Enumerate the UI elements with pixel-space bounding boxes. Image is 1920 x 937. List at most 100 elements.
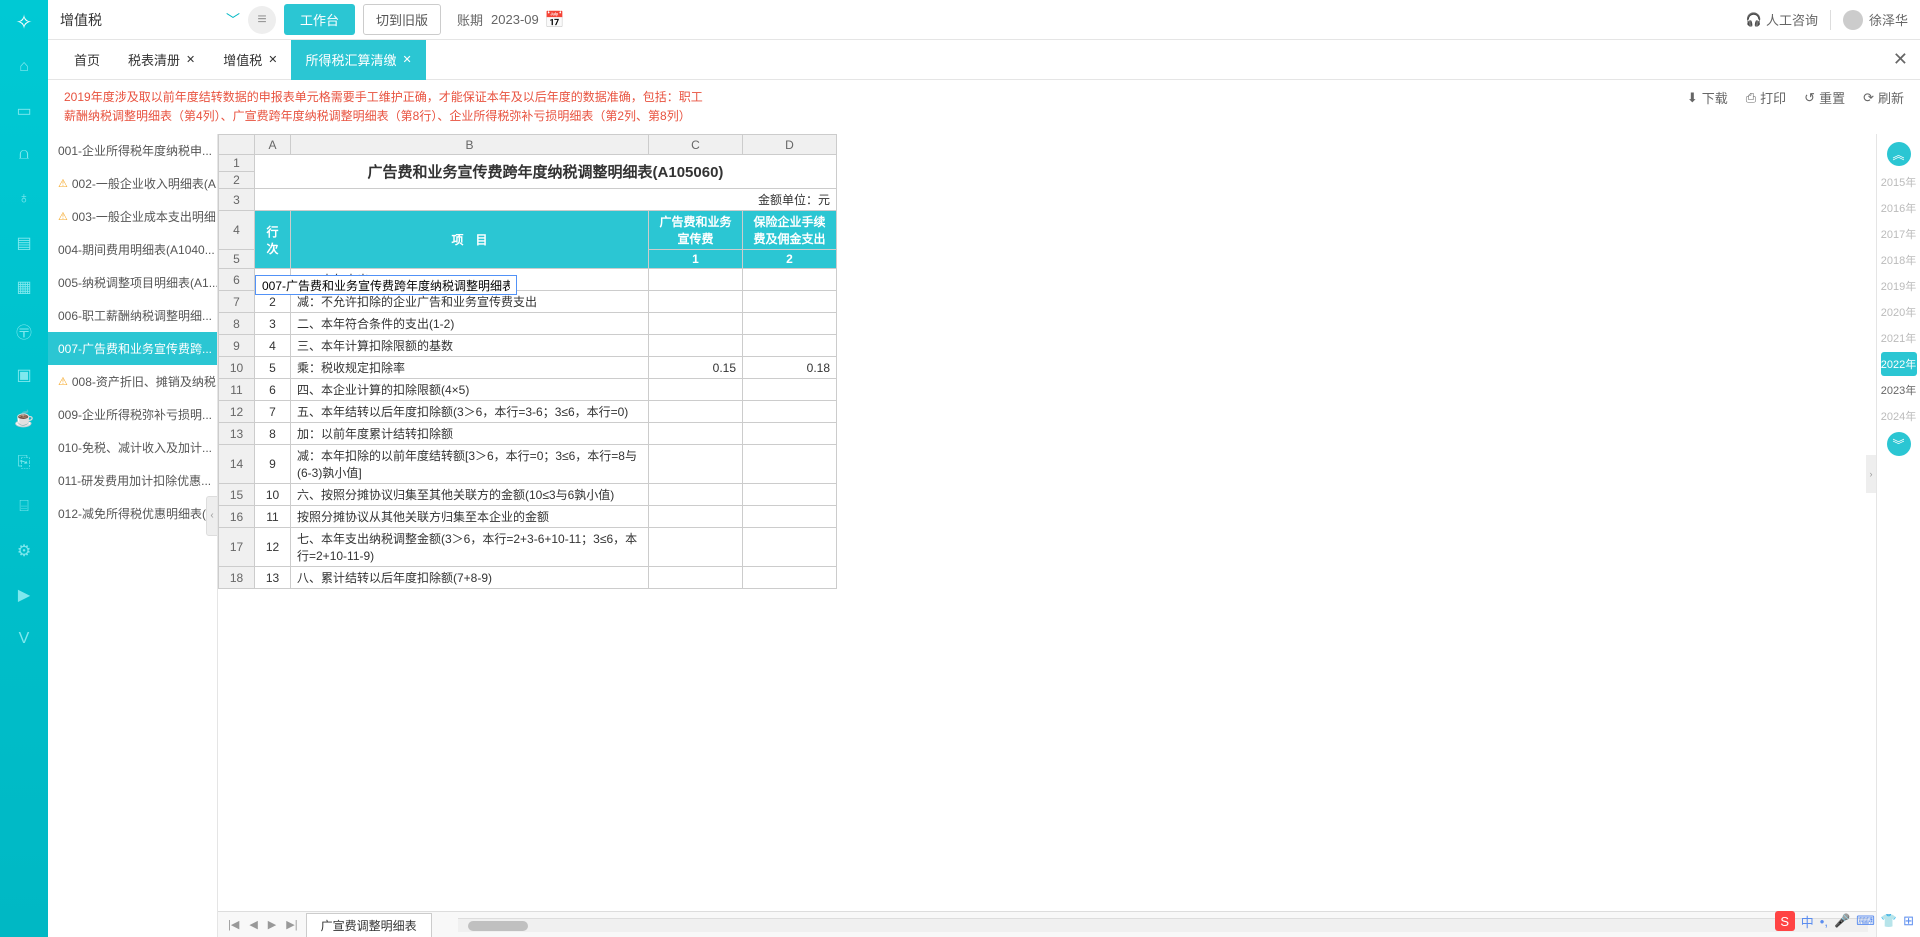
row-header[interactable]: 7 <box>219 291 255 313</box>
value-cell-d[interactable] <box>743 484 837 506</box>
sheet-nav-last-icon[interactable]: ▶| <box>284 918 299 931</box>
tab[interactable]: 增值税✕ <box>209 40 291 80</box>
nav-clipboard-icon[interactable]: ▤ <box>12 231 36 255</box>
year-button[interactable]: 2015年 <box>1881 170 1917 194</box>
form-list-item[interactable]: ⚠002-一般企业收入明细表(A... <box>48 167 217 200</box>
value-cell-d[interactable] <box>743 445 837 484</box>
nav-report-icon[interactable]: ▦ <box>12 275 36 299</box>
year-button[interactable]: 2020年 <box>1881 300 1917 324</box>
row-header[interactable]: 2 <box>219 172 255 189</box>
nav-video-icon[interactable]: ▶ <box>12 583 36 607</box>
sheet-grid[interactable]: A B C D 1 广告费和业务宣传费跨年度纳税调整明细表(A105060) 2 <box>218 134 837 589</box>
nav-export-icon[interactable]: ⎘ <box>12 451 36 475</box>
form-list-item[interactable]: 009-企业所得税弥补亏损明... <box>48 398 217 431</box>
item-cell[interactable]: 七、本年支出纳税调整金额(3＞6，本行=2+3-6+10-11；3≤6，本行=2… <box>291 528 649 567</box>
value-cell-c[interactable] <box>649 506 743 528</box>
form-list-item[interactable]: 001-企业所得税年度纳税申... <box>48 134 217 167</box>
year-button[interactable]: 2021年 <box>1881 326 1917 350</box>
scroll-thumb[interactable] <box>468 921 528 931</box>
item-cell[interactable]: 乘：税收规定扣除率 <box>291 357 649 379</box>
year-button[interactable]: 2016年 <box>1881 196 1917 220</box>
row-header[interactable]: 4 <box>219 211 255 250</box>
year-down-icon[interactable]: ︾ <box>1887 432 1911 456</box>
year-button[interactable]: 2017年 <box>1881 222 1917 246</box>
row-header[interactable]: 8 <box>219 313 255 335</box>
nav-doc-icon[interactable]: ▭ <box>12 99 36 123</box>
nav-chart-icon[interactable]: ⩍ <box>12 143 36 167</box>
item-cell[interactable]: 减：本年扣除的以前年度结转额[3＞6，本行=0；3≤6，本行=8与(6-3)孰小… <box>291 445 649 484</box>
horizontal-scrollbar[interactable] <box>458 918 1868 932</box>
form-list-item[interactable]: 007-广告费和业务宣传费跨... <box>48 332 217 365</box>
tab[interactable]: 所得税汇算清缴✕ <box>291 40 425 80</box>
rownum-cell[interactable]: 9 <box>255 445 291 484</box>
value-cell-c[interactable] <box>649 379 743 401</box>
download-link[interactable]: ⬇下载 <box>1687 88 1728 107</box>
round-doc-button[interactable]: ≡ <box>248 6 276 34</box>
col-header-b[interactable]: B <box>291 135 649 155</box>
value-cell-c[interactable] <box>649 484 743 506</box>
value-cell-c[interactable] <box>649 401 743 423</box>
chevron-down-icon[interactable]: ﹀ <box>226 10 240 30</box>
value-cell-c[interactable] <box>649 445 743 484</box>
value-cell-d[interactable] <box>743 423 837 445</box>
value-cell-d[interactable] <box>743 291 837 313</box>
rownum-cell[interactable]: 6 <box>255 379 291 401</box>
header-rownum[interactable]: 行次 <box>255 211 291 269</box>
rownum-cell[interactable]: 3 <box>255 313 291 335</box>
close-all-tabs-icon[interactable]: ✕ <box>1893 49 1908 70</box>
year-button[interactable]: 2019年 <box>1881 274 1917 298</box>
col-header-a[interactable]: A <box>255 135 291 155</box>
workbench-button[interactable]: 工作台 <box>284 4 355 35</box>
form-list-item[interactable]: ⚠008-资产折旧、摊销及纳税... <box>48 365 217 398</box>
year-up-icon[interactable]: ︽ <box>1887 142 1911 166</box>
nav-calendar-icon[interactable]: ▣ <box>12 363 36 387</box>
user-menu[interactable]: 徐泽华 <box>1843 10 1908 30</box>
year-button[interactable]: 2024年 <box>1881 404 1917 428</box>
tab-close-icon[interactable]: ✕ <box>186 53 195 66</box>
grid-corner[interactable] <box>219 135 255 155</box>
nav-gear-icon[interactable]: ⚙ <box>12 539 36 563</box>
ime-lang[interactable]: 中 <box>1801 912 1814 931</box>
form-list-item[interactable]: 010-免税、减计收入及加计... <box>48 431 217 464</box>
rownum-cell[interactable]: 11 <box>255 506 291 528</box>
item-cell[interactable]: 二、本年符合条件的支出(1-2) <box>291 313 649 335</box>
rownum-cell[interactable]: 13 <box>255 567 291 589</box>
nav-inbox-icon[interactable]: ⌸ <box>12 495 36 519</box>
nav-v-icon[interactable]: V <box>12 627 36 651</box>
ime-shirt-icon[interactable]: 👕 <box>1881 913 1897 929</box>
item-cell[interactable]: 六、按照分摊协议归集至其他关联方的金额(10≤3与6孰小值) <box>291 484 649 506</box>
rownum-cell[interactable]: 5 <box>255 357 291 379</box>
rownum-cell[interactable]: 12 <box>255 528 291 567</box>
row-header[interactable]: 5 <box>219 250 255 269</box>
value-cell-d[interactable] <box>743 379 837 401</box>
header-adfee[interactable]: 广告费和业务宣传费 <box>649 211 743 250</box>
reset-link[interactable]: ↺重置 <box>1804 88 1845 107</box>
tab-close-icon[interactable]: ✕ <box>403 53 412 66</box>
refresh-link[interactable]: ⟳刷新 <box>1863 88 1904 107</box>
ime-keyboard-icon[interactable]: ⌨ <box>1856 913 1875 929</box>
value-cell-d[interactable] <box>743 567 837 589</box>
row-header[interactable]: 16 <box>219 506 255 528</box>
sheet-nav-first-icon[interactable]: |◀ <box>226 918 241 931</box>
sheet-nav-prev-icon[interactable]: ◀ <box>247 918 259 931</box>
value-cell-d[interactable] <box>743 313 837 335</box>
ime-mic-icon[interactable]: 🎤 <box>1834 913 1850 929</box>
value-cell-c[interactable] <box>649 335 743 357</box>
item-cell[interactable]: 五、本年结转以后年度扣除额(3＞6，本行=3-6；3≤6，本行=0) <box>291 401 649 423</box>
ime-punct-icon[interactable]: •, <box>1820 914 1828 929</box>
sheet-tab[interactable]: 广宣费调整明细表 <box>306 913 432 937</box>
value-cell-d[interactable] <box>743 528 837 567</box>
print-link[interactable]: ⎙打印 <box>1746 88 1786 107</box>
value-cell-c[interactable] <box>649 528 743 567</box>
header-insurance[interactable]: 保险企业手续费及佣金支出 <box>743 211 837 250</box>
col-header-d[interactable]: D <box>743 135 837 155</box>
row-header[interactable]: 3 <box>219 189 255 211</box>
ime-grid-icon[interactable]: ⊞ <box>1903 913 1914 929</box>
value-cell-c[interactable] <box>649 313 743 335</box>
value-cell-c[interactable] <box>649 291 743 313</box>
item-cell[interactable]: 按照分摊协议从其他关联方归集至本企业的金额 <box>291 506 649 528</box>
help-link[interactable]: 🎧 人工咨询 <box>1746 10 1818 29</box>
header-sub-1[interactable]: 1 <box>649 250 743 269</box>
form-list-item[interactable]: ⚠003-一般企业成本支出明细... <box>48 200 217 233</box>
collapse-handle-icon[interactable]: ‹ <box>206 496 218 536</box>
